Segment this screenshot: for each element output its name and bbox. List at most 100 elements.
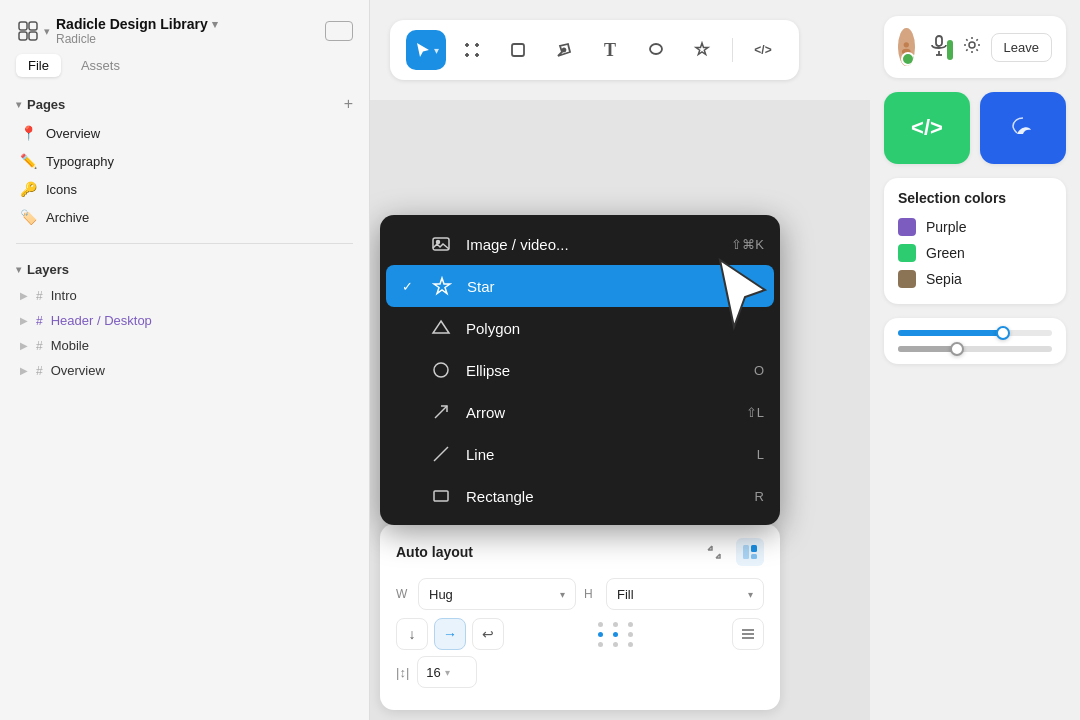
- slider-2-thumb[interactable]: [950, 342, 964, 356]
- text-tool[interactable]: T: [590, 30, 630, 70]
- menu-item-star[interactable]: ✓ Star: [386, 265, 774, 307]
- image-video-icon: [430, 233, 452, 255]
- tab-file[interactable]: File: [16, 54, 61, 77]
- page-item-overview[interactable]: 📍 Overview: [8, 119, 361, 147]
- avatar: [898, 28, 915, 66]
- al-arrow-down-btn[interactable]: ↓: [396, 618, 428, 650]
- svg-rect-20: [434, 491, 448, 501]
- color-item-green[interactable]: Green: [898, 240, 1052, 266]
- al-arrow-wrap-btn[interactable]: ↩: [472, 618, 504, 650]
- layer-expand-icon-4: ▶: [20, 365, 28, 376]
- al-dot: [598, 622, 603, 627]
- project-name[interactable]: Radicle Design Library ▾: [56, 16, 218, 32]
- al-spacing-chevron: ▾: [445, 667, 450, 678]
- svg-rect-2: [19, 32, 27, 40]
- svg-line-19: [434, 447, 448, 461]
- menu-item-ellipse[interactable]: Ellipse O: [380, 349, 780, 391]
- al-spacing-input[interactable]: 16 ▾: [417, 656, 477, 688]
- svg-line-18: [435, 406, 447, 418]
- polygon-icon: [430, 317, 452, 339]
- page-item-typography[interactable]: ✏️ Typography: [8, 147, 361, 175]
- settings-button[interactable]: [963, 31, 981, 63]
- rp-presence-card: Leave: [884, 16, 1066, 78]
- tab-assets[interactable]: Assets: [69, 54, 132, 77]
- code-tool[interactable]: </>: [743, 30, 783, 70]
- layers-chevron-icon: ▾: [16, 264, 21, 275]
- pages-section: ▾ Pages + 📍 Overview ✏️ Typography 🔑 Ico…: [0, 85, 369, 235]
- svg-point-33: [969, 42, 975, 48]
- layers-section-header[interactable]: ▾ Layers: [8, 256, 361, 283]
- mic-button[interactable]: [925, 31, 953, 63]
- layer-expand-icon-3: ▶: [20, 340, 28, 351]
- leave-button[interactable]: Leave: [991, 33, 1052, 62]
- al-dot: [613, 642, 618, 647]
- page-item-archive[interactable]: 🏷️ Archive: [8, 203, 361, 231]
- sidebar-divider: [16, 243, 353, 244]
- select-tool[interactable]: ▾: [406, 30, 446, 70]
- auto-layout-collapse-btn[interactable]: [700, 538, 728, 566]
- project-chevron: ▾: [212, 18, 218, 31]
- layers-section-title: ▾ Layers: [16, 262, 69, 277]
- sidebar-header: ▾ Radicle Design Library ▾ Radicle: [0, 0, 369, 54]
- toolbar: ▾ T: [370, 0, 870, 100]
- al-dot: [598, 642, 603, 647]
- canvas-area[interactable]: Image / video... ⇧⌘K ✓ Star: [370, 100, 870, 720]
- pages-section-header[interactable]: ▾ Pages +: [8, 89, 361, 119]
- menu-item-image-video[interactable]: Image / video... ⇧⌘K: [380, 223, 780, 265]
- al-dot: [628, 642, 633, 647]
- al-width-select[interactable]: Hug ▾: [418, 578, 576, 610]
- slider-2-track[interactable]: [898, 346, 1052, 352]
- layer-item-mobile[interactable]: ▶ # Mobile: [8, 333, 361, 358]
- al-dot-active: [598, 632, 603, 637]
- auto-layout-layout-btn[interactable]: [736, 538, 764, 566]
- menu-item-polygon[interactable]: Polygon: [380, 307, 780, 349]
- color-item-sepia[interactable]: Sepia: [898, 266, 1052, 292]
- menu-item-line[interactable]: Line L: [380, 433, 780, 475]
- al-dimensions-row: W Hug ▾ H Fill ▾: [396, 578, 764, 610]
- slider-1-thumb[interactable]: [996, 326, 1010, 340]
- star-tool[interactable]: [682, 30, 722, 70]
- layer-expand-icon-2: ▶: [20, 315, 28, 326]
- svg-rect-12: [512, 44, 524, 56]
- frame-tool[interactable]: [452, 30, 492, 70]
- layer-item-overview[interactable]: ▶ # Overview: [8, 358, 361, 383]
- add-page-icon[interactable]: +: [344, 95, 353, 113]
- layer-hash-icon-3: #: [36, 339, 43, 353]
- menu-checkmark-icon: ✓: [402, 279, 413, 294]
- svg-point-13: [563, 49, 566, 52]
- pen-tool[interactable]: [544, 30, 584, 70]
- shape-dropdown-menu: Image / video... ⇧⌘K ✓ Star: [380, 215, 780, 525]
- layer-item-header-desktop[interactable]: ▶ # Header / Desktop: [8, 308, 361, 333]
- auto-layout-panel: Auto layout: [380, 524, 780, 710]
- auto-layout-icons: [700, 538, 764, 566]
- al-dot-active: [613, 632, 618, 637]
- rp-green-card[interactable]: </>: [884, 92, 970, 164]
- menu-item-rectangle[interactable]: Rectangle R: [380, 475, 780, 517]
- auto-layout-title: Auto layout: [396, 544, 473, 560]
- slider-1-track[interactable]: [898, 330, 1052, 336]
- main-content: ▾ T: [370, 0, 870, 720]
- window-button[interactable]: [325, 21, 353, 41]
- page-icon-overview: 📍: [20, 125, 36, 141]
- layer-item-intro[interactable]: ▶ # Intro: [8, 283, 361, 308]
- page-icon-icons: 🔑: [20, 181, 36, 197]
- rp-blue-card[interactable]: [980, 92, 1066, 164]
- rect-tool[interactable]: [498, 30, 538, 70]
- page-item-icons[interactable]: 🔑 Icons: [8, 175, 361, 203]
- sidebar-tabs: File Assets: [0, 54, 369, 77]
- al-arrow-right-btn[interactable]: →: [434, 618, 466, 650]
- al-arrows-row: ↓ → ↩: [396, 618, 764, 650]
- svg-point-14: [650, 44, 662, 54]
- al-height-select[interactable]: Fill ▾: [606, 578, 764, 610]
- project-sub: Radicle: [56, 32, 218, 46]
- al-spacing-icon: |↕|: [396, 665, 409, 680]
- color-item-purple[interactable]: Purple: [898, 214, 1052, 240]
- chat-tool[interactable]: [636, 30, 676, 70]
- menu-item-arrow[interactable]: Arrow ⇧L: [380, 391, 780, 433]
- svg-rect-3: [29, 32, 37, 40]
- toolbar-tools: ▾ T: [390, 20, 799, 80]
- rp-cards-row: </>: [884, 92, 1066, 164]
- svg-rect-0: [19, 22, 27, 30]
- al-spacing-btn[interactable]: [732, 618, 764, 650]
- al-dot: [628, 632, 633, 637]
